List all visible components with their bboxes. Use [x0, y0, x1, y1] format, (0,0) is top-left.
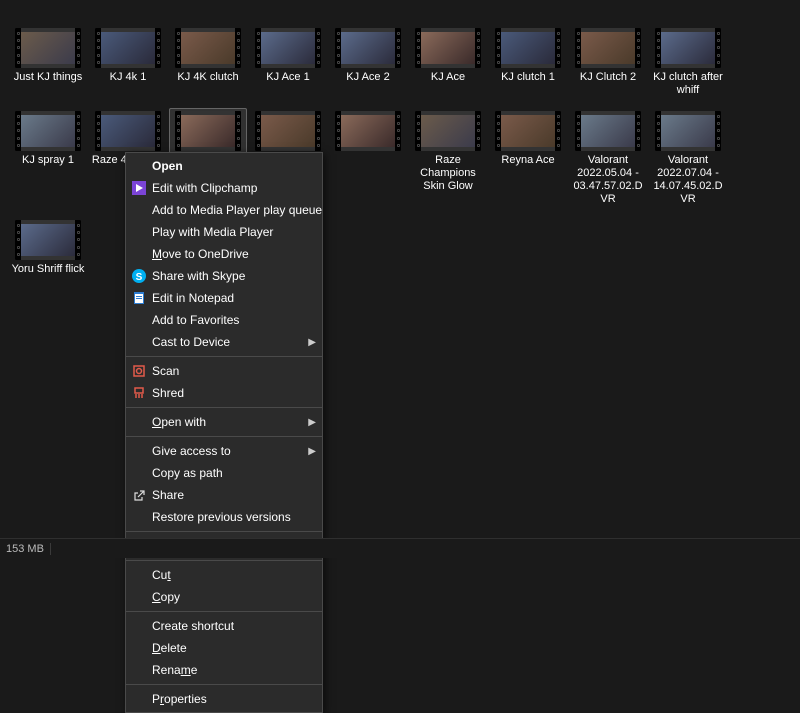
file-label: KJ Ace	[431, 71, 465, 84]
file-label: KJ spray 1	[22, 154, 74, 167]
menu-play-mp[interactable]: Play with Media Player	[126, 221, 322, 243]
menu-rename[interactable]: Rename	[126, 659, 322, 681]
menu-separator	[126, 356, 322, 357]
file-item[interactable]: Valorant 2022.07.04 - 14.07.45.02.DVR	[649, 108, 727, 209]
file-label: Reyna Ace	[501, 154, 554, 167]
status-size: 153 MB	[6, 543, 44, 555]
scan-icon	[130, 363, 148, 379]
file-item[interactable]: KJ Clutch 2	[569, 25, 647, 100]
menu-add-favorites[interactable]: Add to Favorites	[126, 309, 322, 331]
file-item[interactable]	[329, 108, 407, 209]
file-item[interactable]: KJ clutch after whiff	[649, 25, 727, 100]
file-label: KJ 4k 1	[110, 71, 147, 84]
video-thumbnail	[95, 28, 161, 68]
file-item[interactable]: Reyna Ace	[489, 108, 567, 209]
video-thumbnail	[495, 28, 561, 68]
svg-text:S: S	[136, 272, 143, 283]
file-label: KJ 4K clutch	[177, 71, 238, 84]
shred-icon	[130, 385, 148, 401]
menu-copy-path[interactable]: Copy as path	[126, 462, 322, 484]
menu-scan[interactable]: Scan	[126, 360, 322, 382]
menu-share-skype[interactable]: SShare with Skype	[126, 265, 322, 287]
file-item[interactable]: KJ 4k 1	[89, 25, 167, 100]
clipchamp-icon	[130, 180, 148, 196]
file-item[interactable]: KJ 4K clutch	[169, 25, 247, 100]
chevron-right-icon: ▶	[308, 337, 316, 348]
video-thumbnail	[495, 111, 561, 151]
menu-separator	[126, 436, 322, 437]
menu-edit-notepad[interactable]: Edit in Notepad	[126, 287, 322, 309]
menu-shred[interactable]: Shred	[126, 382, 322, 404]
file-label: Yoru Shriff flick	[12, 263, 85, 276]
video-thumbnail	[655, 28, 721, 68]
file-item[interactable]: Just KJ things	[9, 25, 87, 100]
video-thumbnail	[255, 111, 321, 151]
menu-cut[interactable]: Cut	[126, 564, 322, 586]
video-thumbnail	[335, 28, 401, 68]
file-label: Just KJ things	[14, 71, 82, 84]
menu-separator	[126, 407, 322, 408]
video-thumbnail	[15, 28, 81, 68]
file-label: Raze Champions Skin Glow	[411, 154, 485, 193]
skype-icon: S	[130, 268, 148, 284]
menu-separator	[126, 531, 322, 532]
video-thumbnail	[175, 28, 241, 68]
file-grid: Just KJ things KJ 4k 1 KJ 4K clutch KJ Ace …	[0, 0, 800, 287]
menu-properties[interactable]: Properties	[126, 688, 322, 710]
menu-create-shortcut[interactable]: Create shortcut	[126, 615, 322, 637]
menu-restore-versions[interactable]: Restore previous versions	[126, 506, 322, 528]
file-label: KJ Ace 1	[266, 71, 309, 84]
video-thumbnail	[335, 111, 401, 151]
menu-separator	[126, 560, 322, 561]
status-separator	[50, 543, 51, 555]
video-thumbnail	[95, 111, 161, 151]
file-item[interactable]: KJ Ace 2	[329, 25, 407, 100]
notepad-icon	[130, 290, 148, 306]
chevron-right-icon: ▶	[308, 446, 316, 457]
context-menu: Open Edit with Clipchamp Add to Media Pl…	[125, 152, 323, 713]
video-thumbnail	[575, 111, 641, 151]
video-thumbnail	[255, 28, 321, 68]
video-thumbnail	[415, 28, 481, 68]
menu-open[interactable]: Open	[126, 155, 322, 177]
file-item[interactable]: Raze Champions Skin Glow	[409, 108, 487, 209]
file-item[interactable]: Valorant 2022.05.04 - 03.47.57.02.DVR	[569, 108, 647, 209]
video-thumbnail	[15, 220, 81, 260]
menu-open-with[interactable]: Open with▶	[126, 411, 322, 433]
file-item[interactable]: KJ Ace	[409, 25, 487, 100]
file-label: Valorant 2022.07.04 - 14.07.45.02.DVR	[650, 154, 726, 206]
menu-delete[interactable]: Delete	[126, 637, 322, 659]
menu-copy[interactable]: Copy	[126, 586, 322, 608]
file-label: KJ clutch 1	[501, 71, 555, 84]
file-item[interactable]: KJ spray 1	[9, 108, 87, 209]
file-label: KJ Ace 2	[346, 71, 389, 84]
file-label: KJ Clutch 2	[580, 71, 636, 84]
share-icon	[130, 487, 148, 503]
file-item[interactable]: KJ Ace 1	[249, 25, 327, 100]
file-label: KJ clutch after whiff	[651, 71, 725, 97]
menu-give-access[interactable]: Give access to▶	[126, 440, 322, 462]
video-thumbnail	[15, 111, 81, 151]
file-item[interactable]: KJ clutch 1	[489, 25, 567, 100]
status-bar: 153 MB	[0, 538, 800, 558]
menu-add-mp-queue[interactable]: Add to Media Player play queue	[126, 199, 322, 221]
menu-separator	[126, 611, 322, 612]
menu-cast-device[interactable]: Cast to Device▶	[126, 331, 322, 353]
video-thumbnail	[575, 28, 641, 68]
file-label: Valorant 2022.05.04 - 03.47.57.02.DVR	[570, 154, 646, 206]
menu-edit-clipchamp[interactable]: Edit with Clipchamp	[126, 177, 322, 199]
video-thumbnail	[415, 111, 481, 151]
chevron-right-icon: ▶	[308, 417, 316, 428]
video-thumbnail	[175, 111, 241, 151]
menu-share[interactable]: Share	[126, 484, 322, 506]
menu-separator	[126, 684, 322, 685]
menu-move-onedrive[interactable]: Move to OneDrive	[126, 243, 322, 265]
file-item[interactable]: Yoru Shriff flick	[9, 217, 87, 279]
video-thumbnail	[655, 111, 721, 151]
